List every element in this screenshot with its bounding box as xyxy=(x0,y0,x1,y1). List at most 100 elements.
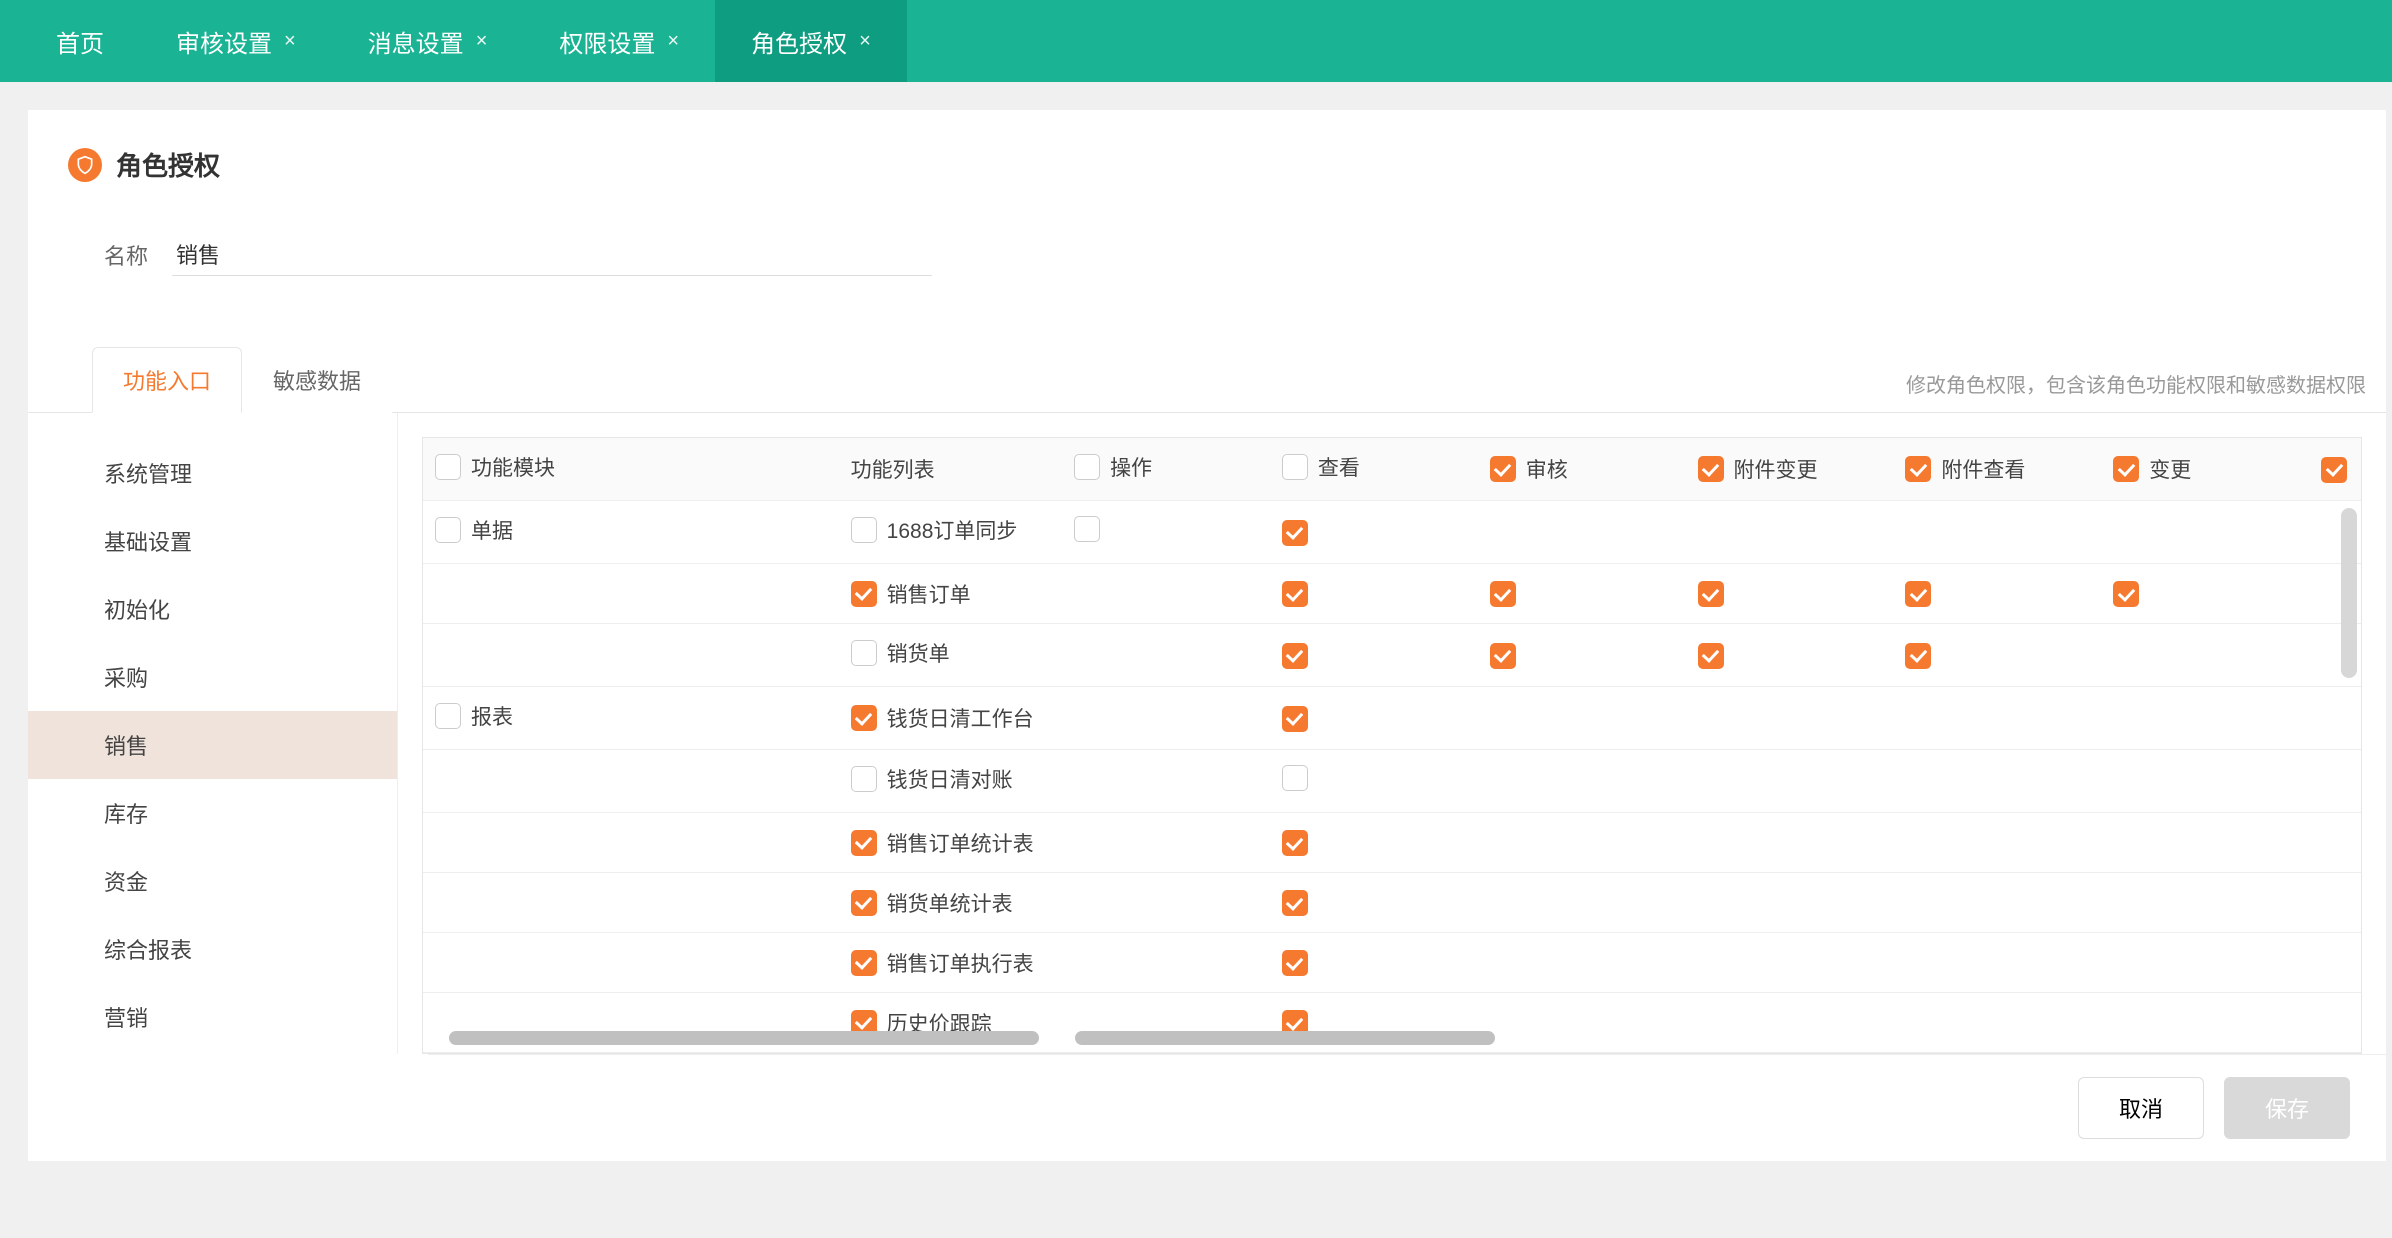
column-label: 审核 xyxy=(1526,454,1568,484)
checkbox[interactable] xyxy=(1282,1010,1308,1036)
top-tab-4[interactable]: 角色授权× xyxy=(715,0,907,82)
checkbox[interactable] xyxy=(851,830,877,856)
sidebar-item-3[interactable]: 采购 xyxy=(28,643,397,711)
cell-view xyxy=(1270,750,1478,813)
top-tab-1[interactable]: 审核设置× xyxy=(140,0,332,82)
checkbox[interactable] xyxy=(851,517,877,543)
sidebar-item-7[interactable]: 综合报表 xyxy=(28,915,397,983)
shield-icon xyxy=(68,148,102,182)
cell-change xyxy=(2101,624,2309,687)
module-label: 单据 xyxy=(471,515,513,545)
cell-op xyxy=(1062,993,1270,1053)
cell-change xyxy=(2101,993,2309,1053)
sub-tab-0[interactable]: 功能入口 xyxy=(92,347,242,413)
sidebar-item-2[interactable]: 初始化 xyxy=(28,575,397,643)
checkbox[interactable] xyxy=(1490,643,1516,669)
top-tab-label: 权限设置 xyxy=(559,24,655,59)
checkbox[interactable] xyxy=(1282,830,1308,856)
cell-module xyxy=(423,993,839,1053)
permission-table: 功能模块功能列表操作查看审核附件变更附件查看变更 单据1688订单同步销售订单销… xyxy=(423,438,2361,1053)
checkbox[interactable] xyxy=(435,454,461,480)
cell-change xyxy=(2101,933,2309,993)
close-icon[interactable]: × xyxy=(859,30,871,53)
sidebar-item-8[interactable]: 营销 xyxy=(28,983,397,1051)
cell-module xyxy=(423,564,839,624)
checkbox[interactable] xyxy=(435,517,461,543)
checkbox[interactable] xyxy=(435,703,461,729)
checkbox[interactable] xyxy=(1698,643,1724,669)
checkbox[interactable] xyxy=(851,1010,877,1036)
checkbox[interactable] xyxy=(1905,643,1931,669)
cell-view xyxy=(1270,993,1478,1053)
column-header-change: 变更 xyxy=(2101,438,2309,501)
main-panel: 角色授权 名称 功能入口敏感数据 修改角色权限，包含该角色功能权限和敏感数据权限… xyxy=(28,110,2386,1161)
checkbox[interactable] xyxy=(851,640,877,666)
checkbox[interactable] xyxy=(851,766,877,792)
checkbox[interactable] xyxy=(1282,581,1308,607)
checkbox[interactable] xyxy=(2113,581,2139,607)
sub-tab-row: 功能入口敏感数据 修改角色权限，包含该角色功能权限和敏感数据权限 xyxy=(28,286,2386,413)
checkbox[interactable] xyxy=(2321,457,2347,483)
checkbox[interactable] xyxy=(1905,456,1931,482)
checkbox[interactable] xyxy=(1282,520,1308,546)
checkbox[interactable] xyxy=(851,581,877,607)
vertical-scroll-thumb[interactable] xyxy=(2341,508,2357,678)
checkbox[interactable] xyxy=(1282,706,1308,732)
cell-attchg xyxy=(1686,624,1894,687)
cell-attchg xyxy=(1686,873,1894,933)
sidebar-item-0[interactable]: 系统管理 xyxy=(28,439,397,507)
cell-attview xyxy=(1893,933,2101,993)
name-input[interactable] xyxy=(172,233,932,276)
cell-module: 报表 xyxy=(423,687,839,750)
column-header-attview: 附件查看 xyxy=(1893,438,2101,501)
sidebar-item-5[interactable]: 库存 xyxy=(28,779,397,847)
sub-tab-1[interactable]: 敏感数据 xyxy=(242,347,392,413)
cell-list: 销货单 xyxy=(839,624,1062,687)
checkbox[interactable] xyxy=(851,705,877,731)
list-label: 销售订单统计表 xyxy=(887,828,1034,858)
checkbox[interactable] xyxy=(1490,456,1516,482)
close-icon[interactable]: × xyxy=(284,30,296,53)
checkbox[interactable] xyxy=(1282,950,1308,976)
name-row: 名称 xyxy=(28,203,2386,286)
checkbox[interactable] xyxy=(1282,765,1308,791)
close-icon[interactable]: × xyxy=(476,30,488,53)
top-tab-2[interactable]: 消息设置× xyxy=(332,0,524,82)
column-header-view: 查看 xyxy=(1270,438,1478,501)
cell-list: 销货单统计表 xyxy=(839,873,1062,933)
cell-list: 1688订单同步 xyxy=(839,501,1062,564)
close-icon[interactable]: × xyxy=(667,30,679,53)
permission-table-wrap: 功能模块功能列表操作查看审核附件变更附件查看变更 单据1688订单同步销售订单销… xyxy=(422,437,2362,1054)
cell-change xyxy=(2101,687,2309,750)
cell-audit xyxy=(1478,813,1686,873)
checkbox[interactable] xyxy=(1905,581,1931,607)
vertical-scrollbar[interactable] xyxy=(2339,508,2359,1043)
page-title: 角色授权 xyxy=(116,146,220,183)
list-label: 钱货日清对账 xyxy=(887,764,1013,794)
table-row: 单据 1688订单同步 xyxy=(423,501,2361,564)
cancel-button[interactable]: 取消 xyxy=(2078,1077,2204,1139)
cell-op xyxy=(1062,687,1270,750)
top-tab-3[interactable]: 权限设置 × xyxy=(523,0,715,82)
checkbox[interactable] xyxy=(851,950,877,976)
cell-attchg xyxy=(1686,687,1894,750)
checkbox[interactable] xyxy=(1698,581,1724,607)
cell-audit xyxy=(1478,933,1686,993)
checkbox[interactable] xyxy=(1074,454,1100,480)
sidebar-item-4[interactable]: 销售 xyxy=(28,711,397,779)
checkbox[interactable] xyxy=(1282,643,1308,669)
checkbox[interactable] xyxy=(1490,581,1516,607)
permission-hint: 修改角色权限，包含该角色功能权限和敏感数据权限 xyxy=(1906,369,2366,412)
sidebar-item-1[interactable]: 基础设置 xyxy=(28,507,397,575)
checkbox[interactable] xyxy=(1282,454,1308,480)
save-button[interactable]: 保存 xyxy=(2224,1077,2350,1139)
top-tab-0[interactable]: 首页 xyxy=(20,0,140,82)
checkbox[interactable] xyxy=(2113,456,2139,482)
checkbox[interactable] xyxy=(1282,890,1308,916)
checkbox[interactable] xyxy=(1074,516,1100,542)
checkbox[interactable] xyxy=(1698,456,1724,482)
sidebar-item-6[interactable]: 资金 xyxy=(28,847,397,915)
module-sidebar: 系统管理基础设置初始化采购销售库存资金综合报表营销 xyxy=(28,413,398,1054)
cell-op xyxy=(1062,813,1270,873)
checkbox[interactable] xyxy=(851,890,877,916)
